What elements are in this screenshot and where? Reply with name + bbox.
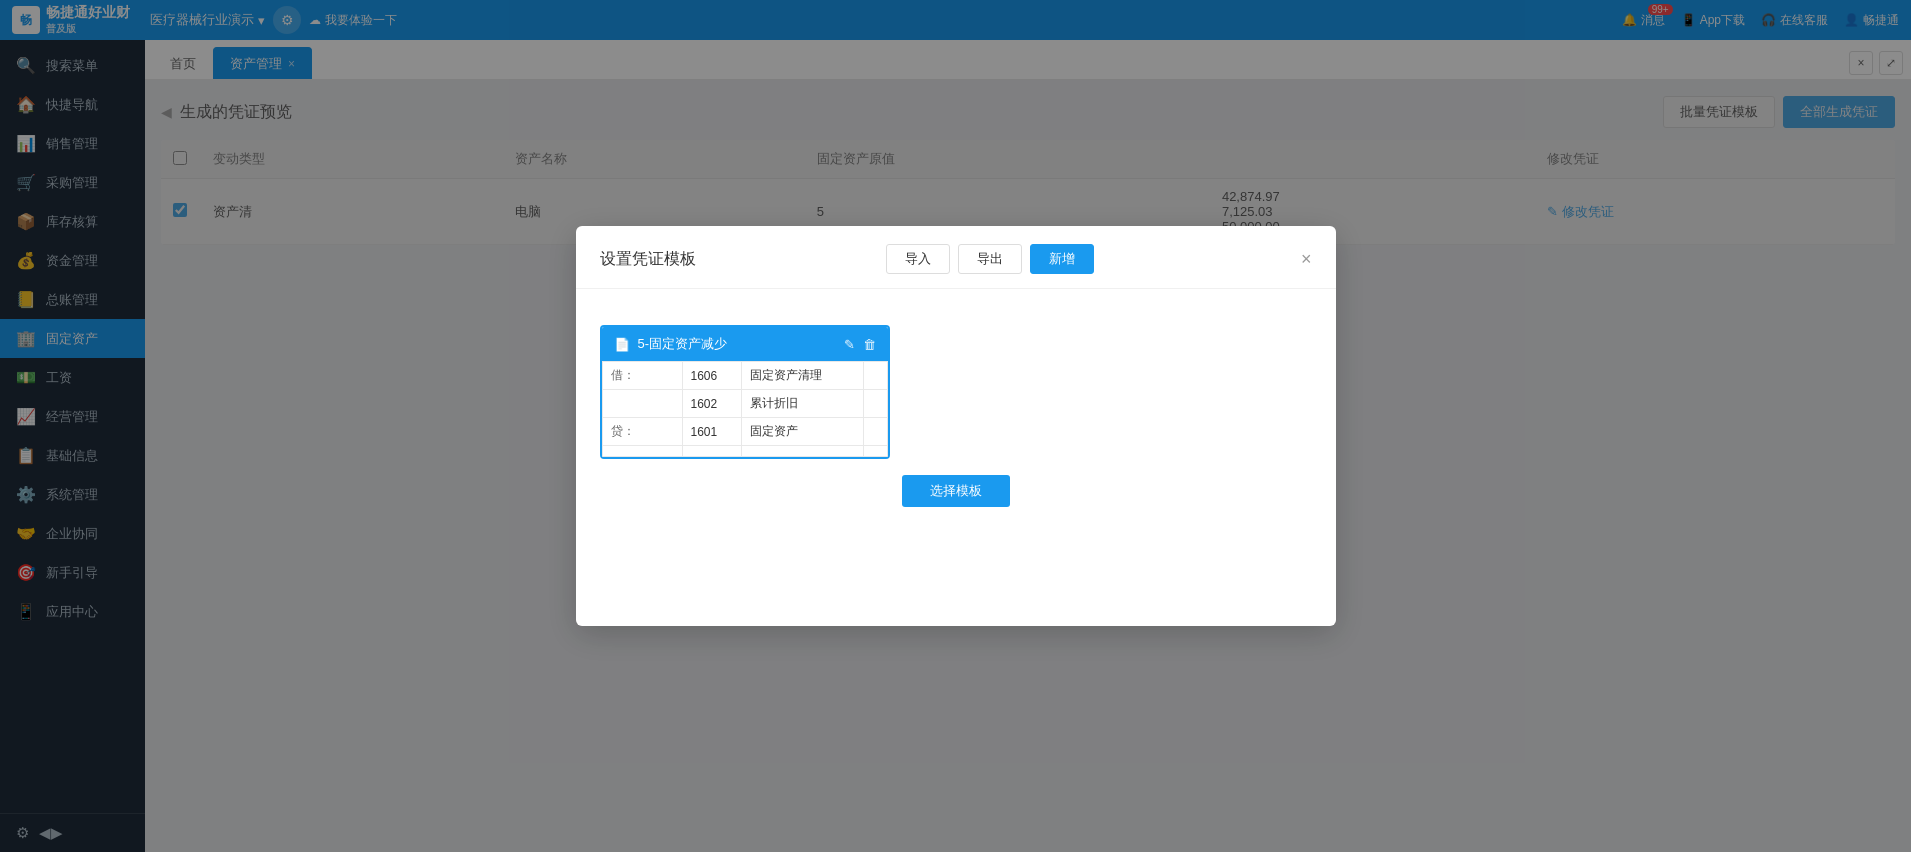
entry-col4-3: [864, 418, 887, 446]
modal-dialog-overlay: 设置凭证模板 导入 导出 新增 ×: [145, 80, 1911, 852]
select-template-area: 选择模板: [600, 475, 1312, 507]
entry-col4-2: [864, 390, 887, 418]
entry-name-2: 累计折旧: [742, 390, 864, 418]
entry-col4-1: [864, 362, 887, 390]
modal-close-btn[interactable]: ×: [1301, 249, 1312, 270]
entry-name-empty: [742, 446, 864, 457]
entry-code-3: 1601: [682, 418, 742, 446]
template-doc-icon: 📄: [614, 337, 630, 352]
entry-type-3: 贷：: [602, 418, 682, 446]
import-btn[interactable]: 导入: [886, 244, 950, 274]
modal-title: 设置凭证模板: [600, 249, 696, 270]
entry-type-1: 借：: [602, 362, 682, 390]
template-list: 📄 5-固定资产减少 ✎ 🗑: [600, 325, 1312, 459]
app-wrapper: 畅 畅捷通好业财 普及版 医疗器械行业演示 ▾ ⚙ ☁ 我要体验一下 🔔 消息 …: [0, 0, 1911, 852]
select-template-btn[interactable]: 选择模板: [902, 475, 1010, 507]
modal-header: 设置凭证模板 导入 导出 新增 ×: [576, 226, 1336, 289]
template-delete-icon[interactable]: 🗑: [863, 337, 876, 352]
template-row-2: 1602 累计折旧: [602, 390, 887, 418]
new-btn[interactable]: 新增: [1030, 244, 1094, 274]
entry-name-1: 固定资产清理: [742, 362, 864, 390]
template-row-1: 借： 1606 固定资产清理: [602, 362, 887, 390]
page-content: ◀ 生成的凭证预览 批量凭证模板 全部生成凭证 变动类型 资产名称: [145, 80, 1911, 852]
template-label: 5-固定资产减少: [638, 335, 728, 353]
template-card-header: 📄 5-固定资产减少 ✎ 🗑: [602, 327, 888, 361]
entry-type-2: [602, 390, 682, 418]
template-card: 📄 5-固定资产减少 ✎ 🗑: [600, 325, 890, 459]
entry-empty: [602, 446, 682, 457]
template-row-3: 贷： 1601 固定资产: [602, 418, 887, 446]
entry-code-2: 1602: [682, 390, 742, 418]
modal-dialog: 设置凭证模板 导入 导出 新增 ×: [576, 226, 1336, 626]
entry-col4-empty: [864, 446, 887, 457]
export-btn[interactable]: 导出: [958, 244, 1022, 274]
main-layout: 🔍 搜索菜单 🏠 快捷导航 📊 销售管理 🛒 采购管理 📦 库存核: [0, 40, 1911, 852]
entry-name-3: 固定资产: [742, 418, 864, 446]
template-table: 借： 1606 固定资产清理 160: [602, 361, 888, 457]
modal-toolbar: 导入 导出 新增: [886, 244, 1094, 274]
template-card-header-actions: ✎ 🗑: [844, 337, 876, 352]
template-card-header-left: 📄 5-固定资产减少: [614, 335, 728, 353]
content-area: 首页 资产管理 × × ⤢ ◀ 生成的凭证预览: [145, 40, 1911, 852]
template-edit-icon[interactable]: ✎: [844, 337, 855, 352]
entry-code-1: 1606: [682, 362, 742, 390]
template-row-empty: [602, 446, 887, 457]
modal-body: 📄 5-固定资产减少 ✎ 🗑: [576, 289, 1336, 626]
template-card-body: 借： 1606 固定资产清理 160: [602, 361, 888, 457]
entry-code-empty: [682, 446, 742, 457]
